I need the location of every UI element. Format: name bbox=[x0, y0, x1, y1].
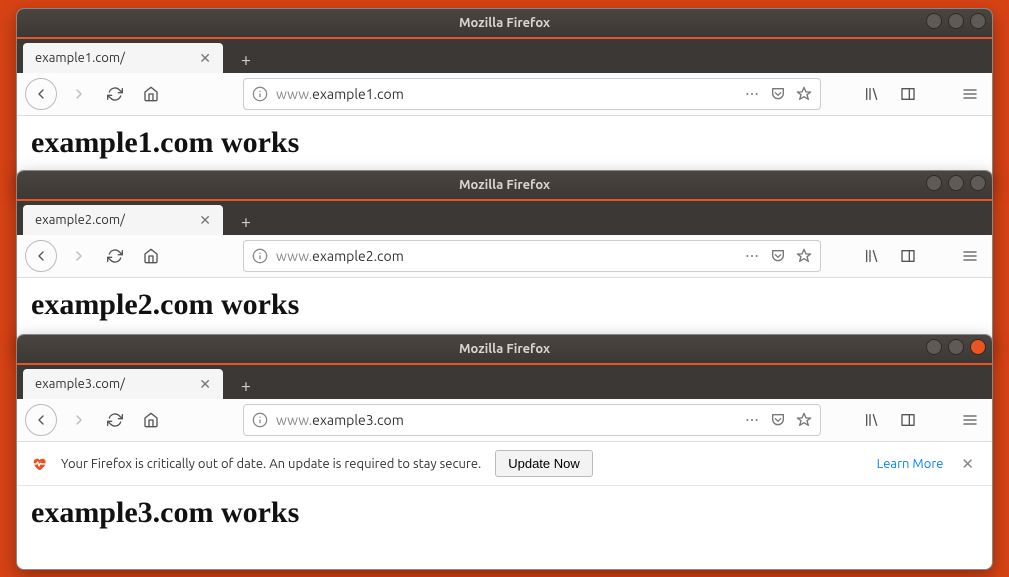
browser-window: Mozilla Firefox example3.com/ ✕ + www.exampl… bbox=[16, 334, 993, 570]
page-heading: example1.com works bbox=[31, 126, 978, 160]
bookmark-star-icon[interactable] bbox=[796, 86, 812, 102]
site-info-icon[interactable] bbox=[252, 412, 268, 428]
home-button[interactable] bbox=[137, 242, 165, 270]
url-bar[interactable]: www.example1.com bbox=[243, 78, 821, 110]
window-title: Mozilla Firefox bbox=[459, 178, 550, 192]
forward-button bbox=[65, 406, 93, 434]
reload-button[interactable] bbox=[101, 406, 129, 434]
sidebar-button[interactable] bbox=[894, 80, 922, 108]
window-title: Mozilla Firefox bbox=[459, 16, 550, 30]
hamburger-menu-button[interactable] bbox=[956, 242, 984, 270]
browser-window: Mozilla Firefox example1.com/ ✕ + www.exampl… bbox=[16, 8, 993, 190]
sidebar-button[interactable] bbox=[894, 406, 922, 434]
maximize-button[interactable] bbox=[948, 175, 964, 191]
page-content: example2.com works bbox=[17, 278, 992, 332]
library-button[interactable] bbox=[858, 242, 886, 270]
tabstrip: example1.com/ ✕ + bbox=[17, 37, 992, 73]
page-actions-icon[interactable] bbox=[744, 412, 760, 428]
new-tab-button[interactable]: + bbox=[231, 209, 261, 235]
hamburger-menu-button[interactable] bbox=[956, 80, 984, 108]
toolbar: www.example1.com bbox=[17, 73, 992, 116]
sidebar-button[interactable] bbox=[894, 242, 922, 270]
tab-close-icon[interactable]: ✕ bbox=[195, 212, 215, 229]
browser-window: Mozilla Firefox example2.com/ ✕ + www.exampl… bbox=[16, 170, 993, 352]
minimize-button[interactable] bbox=[926, 175, 942, 191]
minimize-button[interactable] bbox=[926, 339, 942, 355]
browser-tab[interactable]: example1.com/ ✕ bbox=[23, 43, 223, 73]
back-button[interactable] bbox=[25, 404, 57, 436]
page-heading: example2.com works bbox=[31, 288, 978, 322]
url-bar[interactable]: www.example3.com bbox=[243, 404, 821, 436]
url-bar[interactable]: www.example2.com bbox=[243, 240, 821, 272]
site-info-icon[interactable] bbox=[252, 248, 268, 264]
bookmark-star-icon[interactable] bbox=[796, 248, 812, 264]
titlebar[interactable]: Mozilla Firefox bbox=[17, 335, 992, 363]
hamburger-menu-button[interactable] bbox=[956, 406, 984, 434]
titlebar[interactable]: Mozilla Firefox bbox=[17, 171, 992, 199]
home-button[interactable] bbox=[137, 406, 165, 434]
bookmark-star-icon[interactable] bbox=[796, 412, 812, 428]
page-heading: example3.com works bbox=[31, 496, 978, 530]
close-button[interactable] bbox=[970, 13, 986, 29]
page-content: example1.com works bbox=[17, 116, 992, 170]
maximize-button[interactable] bbox=[948, 13, 964, 29]
url-text: www.example2.com bbox=[276, 248, 404, 264]
page-actions-icon[interactable] bbox=[744, 86, 760, 102]
toolbar: www.example2.com bbox=[17, 235, 992, 278]
tabstrip: example3.com/ ✕ + bbox=[17, 363, 992, 399]
notification-close-icon[interactable]: ✕ bbox=[957, 455, 978, 473]
new-tab-button[interactable]: + bbox=[231, 373, 261, 399]
maximize-button[interactable] bbox=[948, 339, 964, 355]
back-button[interactable] bbox=[25, 78, 57, 110]
new-tab-button[interactable]: + bbox=[231, 47, 261, 73]
page-actions-icon[interactable] bbox=[744, 248, 760, 264]
tab-close-icon[interactable]: ✕ bbox=[195, 376, 215, 393]
url-text: www.example3.com bbox=[276, 412, 404, 428]
minimize-button[interactable] bbox=[926, 13, 942, 29]
alert-heart-icon bbox=[31, 456, 47, 472]
library-button[interactable] bbox=[858, 80, 886, 108]
tabstrip: example2.com/ ✕ + bbox=[17, 199, 992, 235]
tab-label: example1.com/ bbox=[35, 51, 125, 65]
site-info-icon[interactable] bbox=[252, 86, 268, 102]
tab-close-icon[interactable]: ✕ bbox=[195, 50, 215, 67]
learn-more-link[interactable]: Learn More bbox=[877, 457, 944, 471]
library-button[interactable] bbox=[858, 406, 886, 434]
back-button[interactable] bbox=[25, 240, 57, 272]
reload-button[interactable] bbox=[101, 80, 129, 108]
close-button[interactable] bbox=[970, 175, 986, 191]
tab-label: example2.com/ bbox=[35, 213, 125, 227]
forward-button bbox=[65, 80, 93, 108]
toolbar: www.example3.com bbox=[17, 399, 992, 442]
page-content: example3.com works bbox=[17, 486, 992, 540]
browser-tab[interactable]: example3.com/ ✕ bbox=[23, 369, 223, 399]
update-now-button[interactable]: Update Now bbox=[495, 450, 593, 477]
pocket-icon[interactable] bbox=[770, 248, 786, 264]
forward-button bbox=[65, 242, 93, 270]
url-text: www.example1.com bbox=[276, 86, 404, 102]
browser-tab[interactable]: example2.com/ ✕ bbox=[23, 205, 223, 235]
reload-button[interactable] bbox=[101, 242, 129, 270]
pocket-icon[interactable] bbox=[770, 412, 786, 428]
update-notification-bar: Your Firefox is critically out of date. … bbox=[17, 442, 992, 486]
window-title: Mozilla Firefox bbox=[459, 342, 550, 356]
pocket-icon[interactable] bbox=[770, 86, 786, 102]
tab-label: example3.com/ bbox=[35, 377, 125, 391]
titlebar[interactable]: Mozilla Firefox bbox=[17, 9, 992, 37]
notification-text: Your Firefox is critically out of date. … bbox=[61, 457, 481, 471]
close-button[interactable] bbox=[970, 339, 986, 355]
home-button[interactable] bbox=[137, 80, 165, 108]
